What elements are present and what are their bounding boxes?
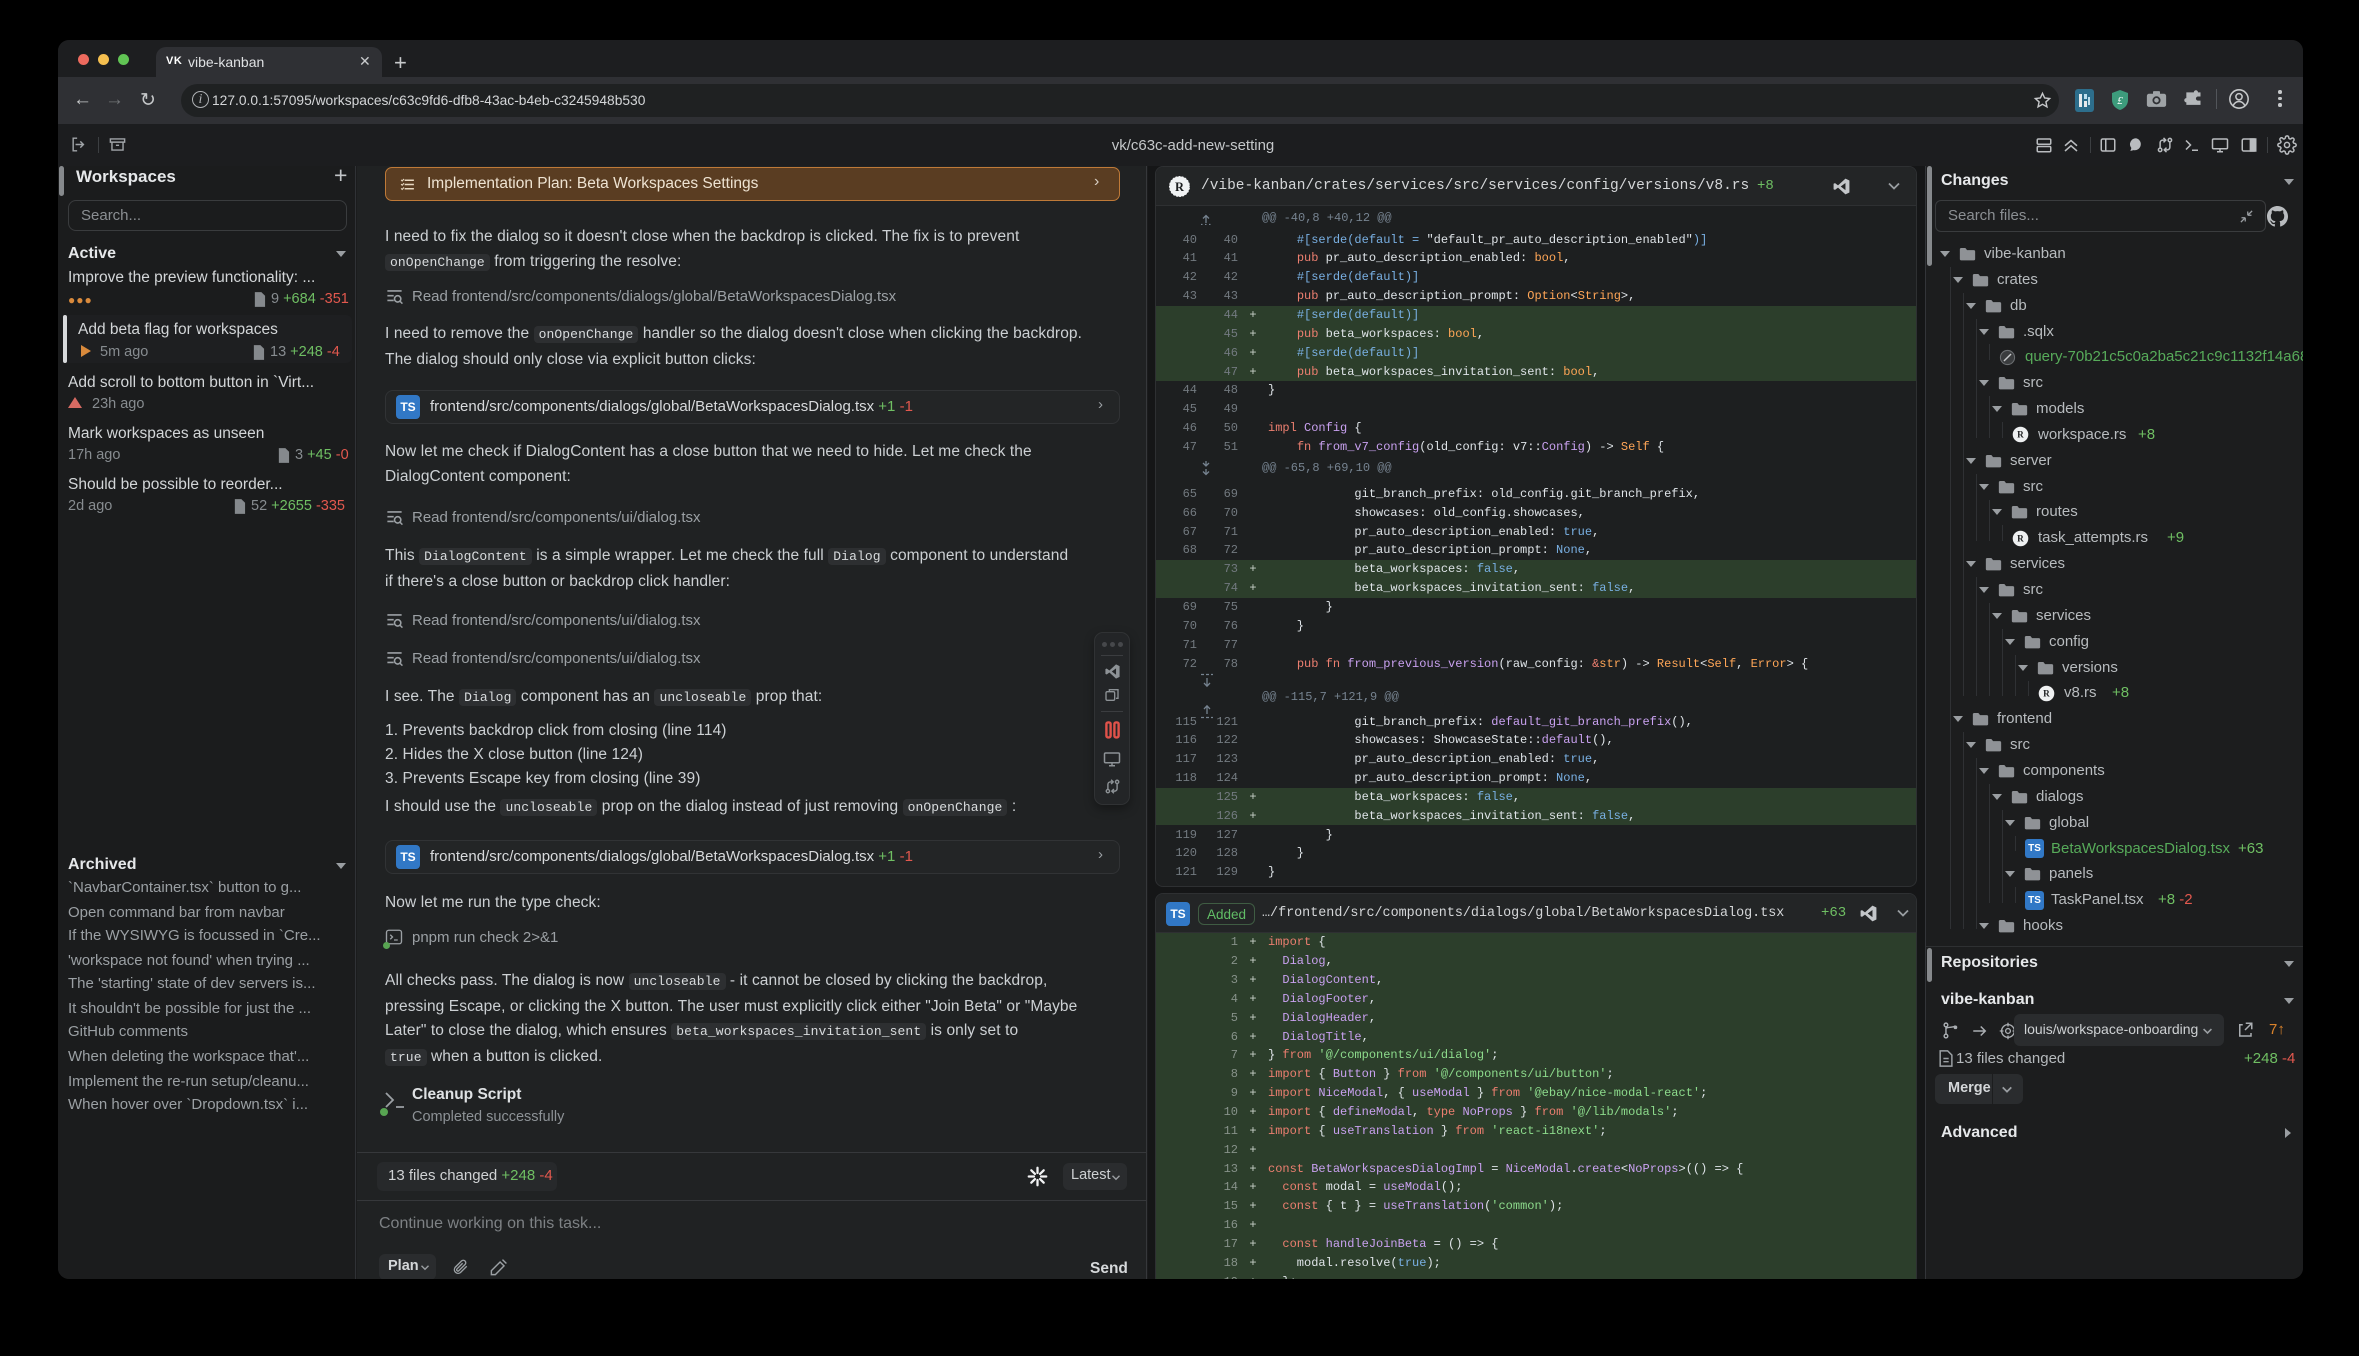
svg-text:R: R	[1175, 180, 1185, 194]
svg-text:R: R	[2017, 533, 2024, 543]
svg-text:£: £	[2117, 95, 2123, 107]
svg-text:R: R	[2017, 430, 2024, 440]
svg-text:R: R	[2043, 689, 2050, 699]
